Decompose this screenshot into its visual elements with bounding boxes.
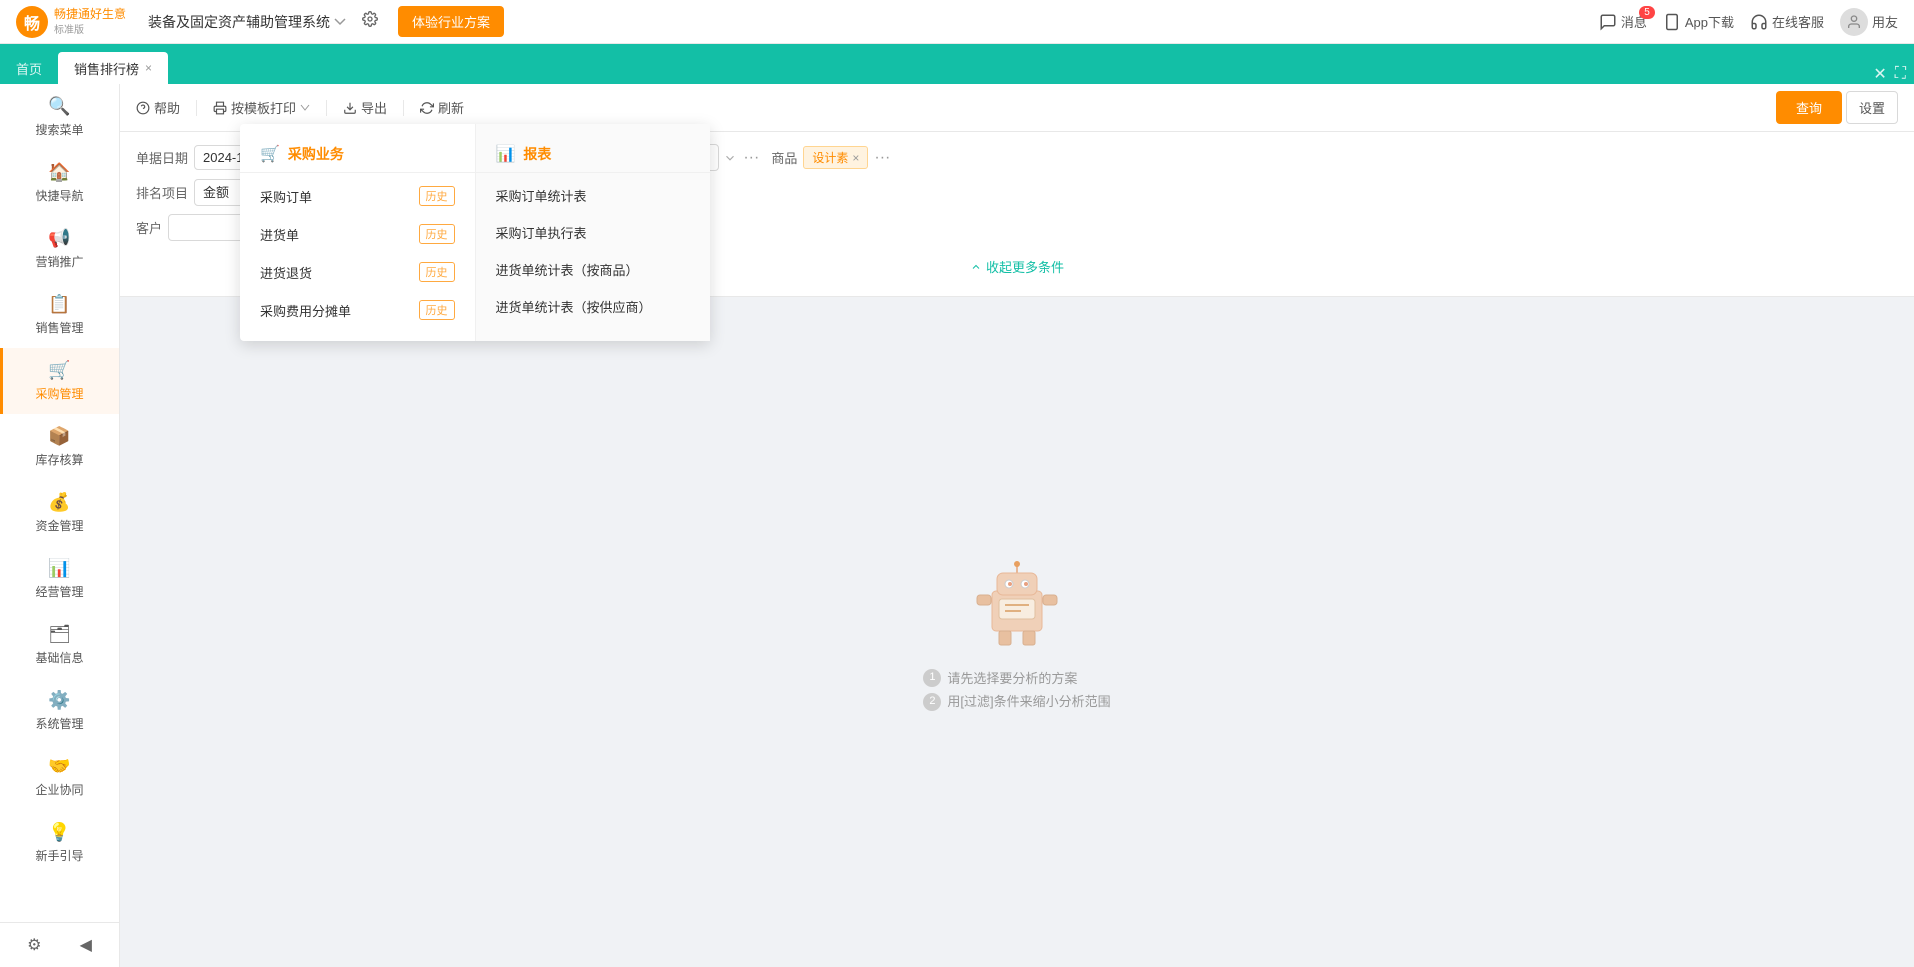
sidebar-item-system[interactable]: ⚙️ 系统管理 <box>0 678 119 744</box>
badge-history-3: 历史 <box>419 300 455 320</box>
header-right: 消息 5 App下载 在线客服 用友 <box>1599 8 1898 36</box>
sales-icon: 📋 <box>48 294 70 315</box>
sidebar-bottom: ⚙ ◀ <box>0 922 119 967</box>
content-area: 帮助 按模板打印 导出 刷新 查询 设置 <box>120 84 1914 967</box>
dropdown-overlay: 🛒 采购业务 采购订单 历史 进货单 历史 进货退货 历史 <box>240 84 1914 967</box>
dropdown-item-inbound-stat-supplier[interactable]: 进货单统计表（按供应商） <box>476 288 711 325</box>
purchase-icon: 🛒 <box>48 360 70 381</box>
purchase-col-title: 🛒 采购业务 <box>240 136 475 173</box>
dropdown-item-purchase-order[interactable]: 采购订单 历史 <box>240 177 475 215</box>
industry-button[interactable]: 体验行业方案 <box>398 6 504 37</box>
logo-sub: 标准版 <box>54 21 126 36</box>
chevron-down-icon <box>334 18 346 26</box>
dropdown-purchase-col: 🛒 采购业务 采购订单 历史 进货单 历史 进货退货 历史 <box>240 124 475 341</box>
system-title: 装备及固定资产辅助管理系统 <box>148 12 330 32</box>
sidebar: 🔍 搜索菜单 🏠 快捷导航 📢 营销推广 📋 销售管理 🛒 采购管理 📦 库存核… <box>0 84 120 967</box>
sidebar-item-basic-info[interactable]: 🗂 基础信息 <box>0 612 119 678</box>
report-col-title: 📊 报表 <box>476 136 711 173</box>
finance-icon: 💰 <box>48 492 70 513</box>
sidebar-item-sales[interactable]: 📋 销售管理 <box>0 282 119 348</box>
basic-info-icon: 🗂 <box>48 624 71 645</box>
sidebar-item-guide[interactable]: 💡 新手引导 <box>0 810 119 876</box>
dropdown-menu: 🛒 采购业务 采购订单 历史 进货单 历史 进货退货 历史 <box>240 124 710 341</box>
home-icon: 🏠 <box>48 162 70 183</box>
customer-label: 客户 <box>136 218 162 237</box>
operations-icon: 📊 <box>48 558 70 579</box>
marketing-icon: 📢 <box>48 228 70 249</box>
tab-expand-area: ✕ ⛶ <box>1865 64 1914 84</box>
badge-history-0: 历史 <box>419 186 455 206</box>
sidebar-item-search[interactable]: 🔍 搜索菜单 <box>0 84 119 150</box>
inventory-icon: 📦 <box>48 426 70 447</box>
tab-close-icon[interactable]: × <box>145 61 152 75</box>
tab-fullscreen[interactable]: ⛶ <box>1895 65 1906 83</box>
print-icon <box>213 101 227 115</box>
sidebar-item-inventory[interactable]: 📦 库存核算 <box>0 414 119 480</box>
tab-sales-rank[interactable]: 销售排行榜 × <box>58 52 168 84</box>
system-icon: ⚙️ <box>48 690 70 711</box>
purchase-col-icon: 🛒 <box>260 144 280 164</box>
logo-icon: 畅 <box>16 6 48 38</box>
avatar <box>1840 8 1868 36</box>
user-action[interactable]: 用友 <box>1840 8 1898 36</box>
sidebar-item-marketing[interactable]: 📢 营销推广 <box>0 216 119 282</box>
phone-icon <box>1663 13 1681 31</box>
sidebar-collapse-icon[interactable]: ◀ <box>80 935 92 955</box>
dropdown-item-inbound-stat-goods[interactable]: 进货单统计表（按商品） <box>476 251 711 288</box>
main-area: 🔍 搜索菜单 🏠 快捷导航 📢 营销推广 📋 销售管理 🛒 采购管理 📦 库存核… <box>0 84 1914 967</box>
date-label: 单据日期 <box>136 148 188 167</box>
message-action[interactable]: 消息 5 <box>1599 12 1647 31</box>
header: 畅 畅捷通好生意 标准版 装备及固定资产辅助管理系统 体验行业方案 消息 5 A… <box>0 0 1914 44</box>
app-download-action[interactable]: App下载 <box>1663 12 1734 31</box>
dropdown-report-col: 📊 报表 采购订单统计表 采购订单执行表 进货单统计表（按商品） 进货单统计表（… <box>475 124 711 341</box>
system-title-dropdown[interactable]: 装备及固定资产辅助管理系统 <box>148 12 346 32</box>
cooperation-icon: 🤝 <box>48 756 70 777</box>
online-service-action[interactable]: 在线客服 <box>1750 12 1824 31</box>
dropdown-item-inbound[interactable]: 进货单 历史 <box>240 215 475 253</box>
guide-icon: 💡 <box>48 822 70 843</box>
sidebar-item-operations[interactable]: 📊 经营管理 <box>0 546 119 612</box>
help-action[interactable]: 帮助 <box>136 98 180 117</box>
sidebar-item-finance[interactable]: 💰 资金管理 <box>0 480 119 546</box>
header-left: 畅 畅捷通好生意 标准版 装备及固定资产辅助管理系统 体验行业方案 <box>16 6 504 38</box>
settings-icon[interactable] <box>362 11 378 32</box>
logo-text: 畅捷通好生意 <box>54 7 126 21</box>
dropdown-item-inbound-return[interactable]: 进货退货 历史 <box>240 253 475 291</box>
headset-icon <box>1750 13 1768 31</box>
tab-close-all[interactable]: ✕ <box>1873 64 1886 84</box>
dropdown-item-purchase-cost[interactable]: 采购费用分摊单 历史 <box>240 291 475 329</box>
report-col-icon: 📊 <box>496 144 516 164</box>
search-icon: 🔍 <box>48 96 70 117</box>
tab-home[interactable]: 首页 <box>0 52 58 84</box>
sidebar-item-cooperation[interactable]: 🤝 企业协同 <box>0 744 119 810</box>
logo-area: 畅 畅捷通好生意 标准版 <box>16 6 136 38</box>
help-icon <box>136 101 150 115</box>
message-badge: 5 <box>1639 6 1655 19</box>
toolbar-sep-1 <box>196 100 197 116</box>
dropdown-item-purchase-order-exec[interactable]: 采购订单执行表 <box>476 214 711 251</box>
badge-history-1: 历史 <box>419 224 455 244</box>
sidebar-item-purchase[interactable]: 🛒 采购管理 <box>0 348 119 414</box>
rank-label: 排名项目 <box>136 183 188 202</box>
badge-history-2: 历史 <box>419 262 455 282</box>
dropdown-item-purchase-order-stat[interactable]: 采购订单统计表 <box>476 177 711 214</box>
sidebar-settings-icon[interactable]: ⚙ <box>27 935 41 955</box>
tab-bar: 首页 销售排行榜 × ✕ ⛶ <box>0 44 1914 84</box>
message-icon <box>1599 13 1617 31</box>
sidebar-item-quick-nav[interactable]: 🏠 快捷导航 <box>0 150 119 216</box>
